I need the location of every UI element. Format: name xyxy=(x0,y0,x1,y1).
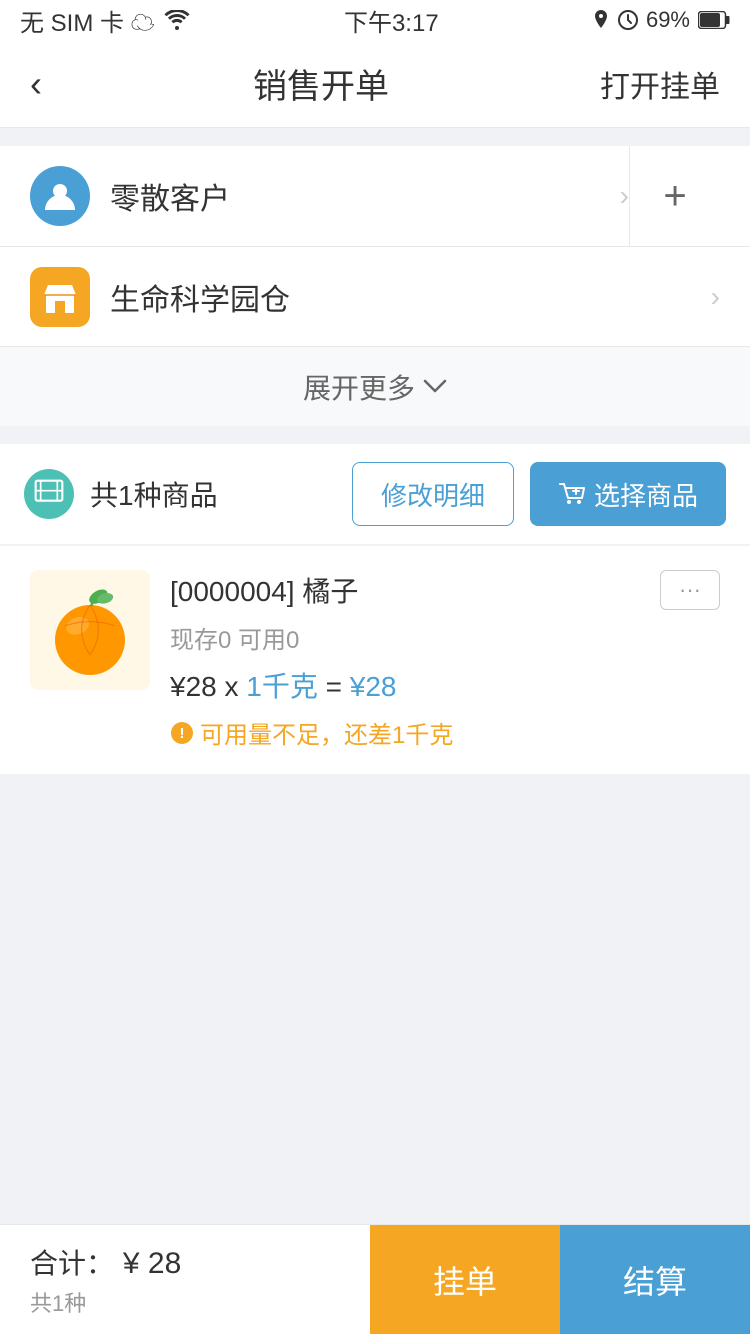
product-more-button[interactable]: ··· xyxy=(660,570,720,610)
add-cart-icon xyxy=(558,480,586,508)
warning-text: 可用量不足，还差1千克 xyxy=(200,715,453,750)
customer-chevron-icon: › xyxy=(620,180,629,212)
main-content: 零散客户 › + 生命科学园仓 › 展开更多 xyxy=(0,128,750,884)
footer: 合计： ¥ 28 共1种 挂单 结算 xyxy=(0,1224,750,1334)
footer-total-count: 共1种 xyxy=(30,1286,340,1318)
customer-name: 零散客户 xyxy=(110,174,604,218)
nav-bar: ‹ 销售开单 打开挂单 xyxy=(0,40,750,128)
warehouse-name: 生命科学园仓 xyxy=(110,275,695,319)
product-warning: ! 可用量不足，还差1千克 xyxy=(170,715,640,750)
product-title: [0000004] 橘子 xyxy=(170,570,640,610)
chevron-down-icon xyxy=(423,379,447,395)
expand-more-button[interactable]: 展开更多 xyxy=(0,346,750,426)
customer-avatar xyxy=(30,166,90,226)
back-button[interactable]: ‹ xyxy=(30,63,42,105)
section-gap-2 xyxy=(0,426,750,444)
products-header: 共1种商品 修改明细 选择商品 xyxy=(0,444,750,544)
product-price: ¥28 x 1千克 = ¥28 xyxy=(170,665,640,705)
battery-icon xyxy=(698,11,730,29)
expand-more-label: 展开更多 xyxy=(303,367,415,407)
warning-icon: ! xyxy=(170,721,194,745)
customer-section: 零散客户 › + xyxy=(0,146,750,246)
status-bar: 无 SIM 卡 ☁ 下午3:17 69% xyxy=(0,0,750,40)
price-value: ¥28 xyxy=(170,671,217,702)
store-icon xyxy=(42,279,78,315)
price-total: ¥28 xyxy=(350,671,397,702)
product-image xyxy=(30,570,150,690)
cart-icon xyxy=(34,479,64,509)
product-item: [0000004] 橘子 现存0 可用0 ¥28 x 1千克 = ¥28 ! 可… xyxy=(0,546,750,774)
user-icon xyxy=(42,178,78,214)
pending-button[interactable]: 挂单 xyxy=(370,1225,560,1334)
warehouse-icon xyxy=(30,267,90,327)
no-sim-label: 无 SIM 卡 ☁ xyxy=(20,3,155,38)
add-button[interactable]: + xyxy=(630,174,720,219)
orange-illustration xyxy=(40,580,140,680)
product-count-text: 共1种商品 xyxy=(90,474,336,514)
wifi-icon xyxy=(163,10,191,30)
checkout-button[interactable]: 结算 xyxy=(560,1225,750,1334)
product-name-text: 橘子 xyxy=(302,576,358,607)
section-gap-1 xyxy=(0,128,750,146)
clock-icon xyxy=(618,10,638,30)
total-label: 合计： xyxy=(30,1248,114,1279)
product-info: [0000004] 橘子 现存0 可用0 ¥28 x 1千克 = ¥28 ! 可… xyxy=(170,570,640,750)
product-stock: 现存0 可用0 xyxy=(170,620,640,655)
location-icon xyxy=(592,10,610,30)
product-id: [0000004] xyxy=(170,576,295,607)
status-time: 下午3:17 xyxy=(344,3,439,38)
svg-text:!: ! xyxy=(180,725,185,742)
product-count-icon xyxy=(24,469,74,519)
edit-detail-button[interactable]: 修改明细 xyxy=(352,462,514,526)
select-product-button[interactable]: 选择商品 xyxy=(530,462,726,526)
warehouse-section[interactable]: 生命科学园仓 › xyxy=(0,246,750,346)
warehouse-chevron-icon: › xyxy=(711,281,720,313)
total-amount: ¥ 28 xyxy=(123,1247,181,1280)
price-unit: x xyxy=(225,671,247,702)
footer-total: 合计： ¥ 28 共1种 xyxy=(0,1225,370,1334)
equals-label: = xyxy=(326,671,350,702)
open-pending-button[interactable]: 打开挂单 xyxy=(600,62,720,106)
status-bar-left: 无 SIM 卡 ☁ xyxy=(20,3,191,38)
page-title: 销售开单 xyxy=(253,59,389,108)
footer-total-amount: 合计： ¥ 28 xyxy=(30,1242,340,1282)
battery-label: 69% xyxy=(646,7,690,33)
price-qty: 1千克 xyxy=(246,671,318,702)
customer-row[interactable]: 零散客户 › xyxy=(30,146,630,246)
status-bar-right: 69% xyxy=(592,7,730,33)
